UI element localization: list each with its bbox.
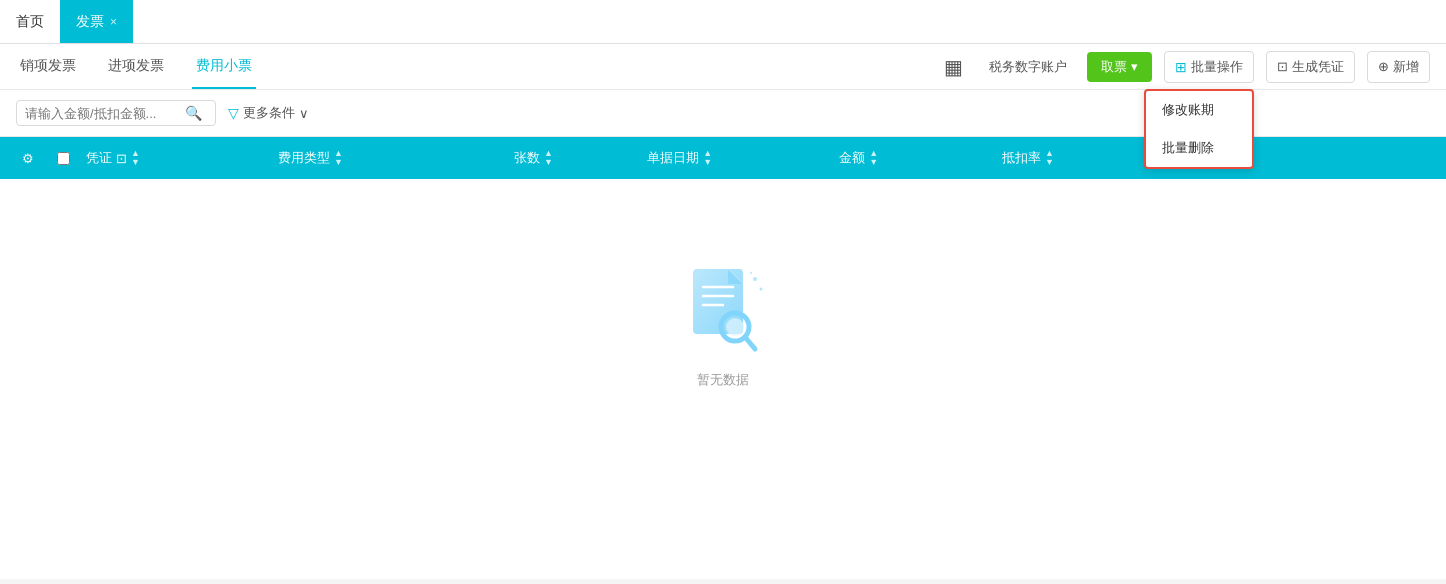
sub-tabs-left: 销项发票 进项发票 费用小票	[16, 44, 256, 89]
generate-voucher-icon: ⊡	[1277, 59, 1288, 74]
top-nav: 首页 发票 ×	[0, 0, 1446, 44]
nav-tab-invoice[interactable]: 发票 ×	[60, 0, 133, 43]
add-label: 新增	[1393, 58, 1419, 76]
quepiao-button[interactable]: 取票 ▾	[1087, 52, 1152, 82]
checkbox-column-header[interactable]	[48, 152, 78, 165]
date-header-label: 单据日期	[647, 149, 699, 167]
count-header-label: 张数	[514, 149, 540, 167]
voucher-header-label: 凭证	[86, 149, 112, 167]
more-conditions-label: 更多条件	[243, 104, 295, 122]
batch-ops-icon: ⊞	[1175, 59, 1187, 75]
deduct-rate-sort[interactable]: ▲ ▼	[1045, 149, 1054, 167]
tab-sales-invoice[interactable]: 销项发票	[16, 44, 80, 89]
settings-icon: ⚙	[22, 151, 34, 166]
deduct-rate-column-header[interactable]: 抵扣率 ▲ ▼	[994, 149, 1157, 167]
generate-voucher-button[interactable]: ⊡ 生成凭证	[1266, 51, 1355, 83]
batch-ops-label: 批量操作	[1191, 58, 1243, 76]
batch-delete-item[interactable]: 批量删除	[1146, 129, 1252, 167]
svg-point-5	[726, 318, 744, 336]
count-sort[interactable]: ▲ ▼	[544, 149, 553, 167]
empty-state: 暂无数据	[0, 179, 1446, 429]
select-all-checkbox[interactable]	[57, 152, 70, 165]
tax-account-button[interactable]: 税务数字账户	[981, 58, 1075, 76]
date-column-header[interactable]: 单据日期 ▲ ▼	[639, 149, 831, 167]
date-sort[interactable]: ▲ ▼	[703, 149, 712, 167]
amount-sort[interactable]: ▲ ▼	[869, 149, 878, 167]
nav-tab-label: 发票	[76, 13, 104, 31]
nav-tab-close[interactable]: ×	[110, 15, 117, 29]
quepiao-label: 取票	[1101, 58, 1127, 76]
more-conditions-button[interactable]: ▽ 更多条件 ∨	[228, 104, 309, 122]
expense-type-column-header[interactable]: 费用类型 ▲ ▼	[270, 149, 506, 167]
expense-type-sort[interactable]: ▲ ▼	[334, 149, 343, 167]
expense-type-header-label: 费用类型	[278, 149, 330, 167]
tab-expense-receipt[interactable]: 费用小票	[192, 44, 256, 89]
amount-header-label: 金额	[839, 149, 865, 167]
voucher-sort[interactable]: ▲ ▼	[131, 149, 140, 167]
search-input[interactable]	[25, 106, 185, 121]
qr-code-button[interactable]: ▦	[937, 51, 969, 83]
sub-tabs-bar: 销项发票 进项发票 费用小票 ▦ 税务数字账户 取票 ▾ ⊞ 批量操作	[0, 44, 1446, 90]
settings-column-header[interactable]: ⚙	[8, 151, 48, 166]
empty-state-label: 暂无数据	[697, 371, 749, 389]
tab-input-invoice[interactable]: 进项发票	[104, 44, 168, 89]
modify-period-item[interactable]: 修改账期	[1146, 91, 1252, 129]
svg-point-9	[750, 272, 752, 274]
empty-icon	[673, 259, 773, 359]
voucher-column-header[interactable]: 凭证 ⊡ ▲ ▼	[78, 149, 270, 167]
svg-point-7	[753, 277, 757, 281]
quepiao-arrow: ▾	[1131, 59, 1138, 74]
voucher-header-icon: ⊡	[116, 151, 127, 166]
amount-column-header[interactable]: 金额 ▲ ▼	[831, 149, 994, 167]
nav-home[interactable]: 首页	[0, 0, 60, 43]
batch-ops-dropdown: 修改账期 批量删除	[1144, 89, 1254, 169]
deduct-rate-header-label: 抵扣率	[1002, 149, 1041, 167]
search-icon[interactable]: 🔍	[185, 105, 202, 121]
search-input-wrap: 🔍	[16, 100, 216, 126]
more-conditions-arrow: ∨	[299, 106, 309, 121]
batch-ops-container: ⊞ 批量操作 修改账期 批量删除	[1164, 51, 1254, 83]
main-content: 暂无数据	[0, 179, 1446, 579]
svg-point-8	[760, 288, 763, 291]
filter-icon: ▽	[228, 105, 239, 121]
qr-icon: ▦	[944, 55, 963, 79]
add-icon: ⊕	[1378, 59, 1389, 74]
sub-tabs-right: ▦ 税务数字账户 取票 ▾ ⊞ 批量操作 修改账期 批量删除 ⊡ 生成	[937, 51, 1430, 83]
batch-ops-button[interactable]: ⊞ 批量操作	[1164, 51, 1254, 83]
add-button[interactable]: ⊕ 新增	[1367, 51, 1430, 83]
svg-line-6	[745, 337, 755, 349]
generate-voucher-label: 生成凭证	[1292, 58, 1344, 76]
count-column-header[interactable]: 张数 ▲ ▼	[506, 149, 639, 167]
